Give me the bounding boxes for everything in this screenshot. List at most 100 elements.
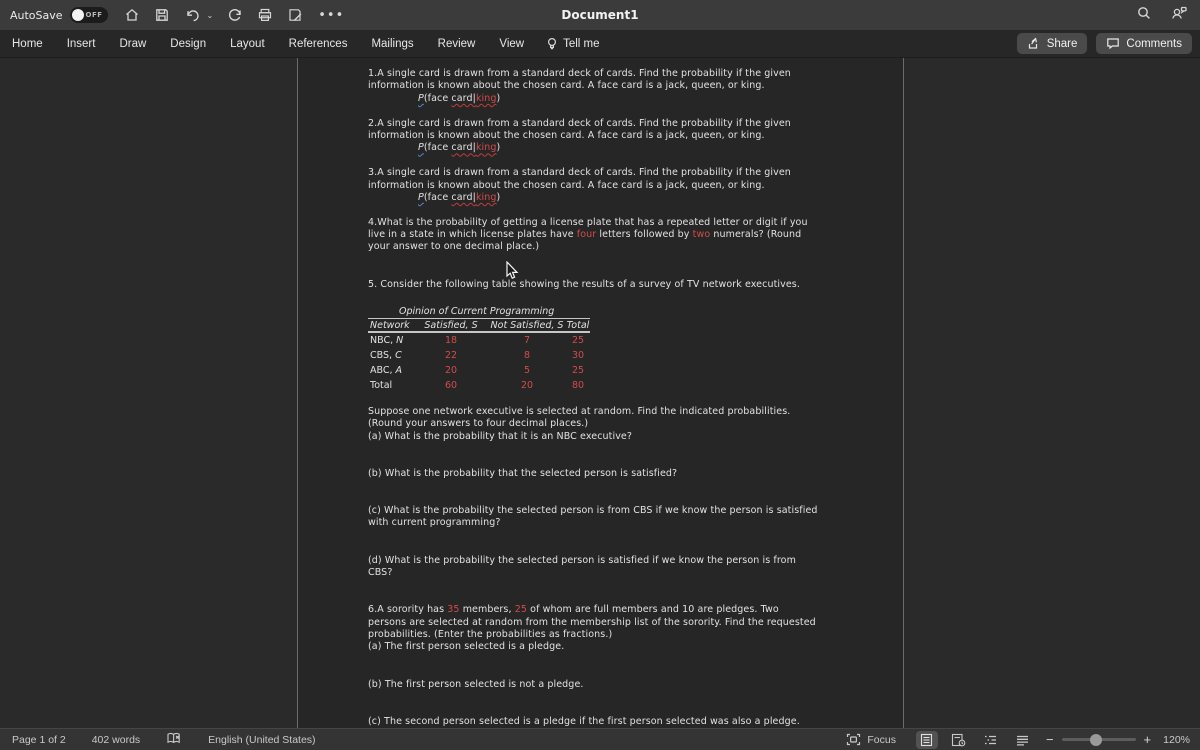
survey-table-row: CBS, C 22 8 30 bbox=[368, 348, 590, 363]
doc-line: 6.A sorority has 35 members, 25 of whom … bbox=[368, 604, 779, 616]
survey-table-header-cell: Not Satisfied, S bbox=[490, 320, 564, 332]
doc-line: 4.What is the probability of getting a l… bbox=[368, 216, 808, 228]
zoom-out-button[interactable]: − bbox=[1046, 733, 1054, 746]
survey-table-value: 5 bbox=[523, 365, 531, 377]
tab-insert[interactable]: Insert bbox=[55, 38, 108, 50]
survey-table-header-cell: Network bbox=[370, 320, 410, 332]
focus-toggle[interactable]: Focus bbox=[846, 733, 896, 746]
zoom-slider-knob[interactable] bbox=[1089, 733, 1102, 746]
doc-line: P(face card|king) bbox=[418, 191, 501, 203]
focus-icon bbox=[847, 733, 861, 746]
tab-review[interactable]: Review bbox=[426, 38, 488, 50]
doc-paragraph: 5. Consider the following table showing … bbox=[368, 279, 848, 291]
doc-line: (c) The second person selected is a pled… bbox=[368, 715, 800, 727]
document-title: Document1 bbox=[561, 8, 639, 22]
doc-blank-lines bbox=[368, 155, 848, 167]
doc-blank-line bbox=[368, 393, 848, 405]
ribbon-menu-bar: Home Insert Draw Design Layout Reference… bbox=[0, 30, 1200, 58]
doc-line: information is known about the chosen ca… bbox=[368, 129, 765, 141]
status-bar: Page 1 of 2 402 words English (United St… bbox=[0, 728, 1200, 750]
doc-line: P(face card|king) bbox=[418, 92, 501, 104]
doc-blank-lines bbox=[368, 105, 848, 117]
comment-icon bbox=[1107, 38, 1120, 50]
survey-table-value: 18 bbox=[444, 335, 458, 347]
search-icon[interactable] bbox=[1136, 5, 1152, 25]
doc-line: 1.A single card is drawn from a standard… bbox=[368, 68, 791, 79]
doc-blank-lines bbox=[368, 204, 848, 216]
proofing-errors-icon[interactable] bbox=[166, 731, 182, 748]
doc-blank-lines bbox=[368, 443, 848, 468]
doc-blank-line bbox=[368, 291, 848, 303]
survey-table-value: 22 bbox=[444, 350, 458, 362]
title-bar: AutoSave OFF ⌄ ••• Document1 bbox=[0, 0, 1200, 30]
presence-people-icon[interactable] bbox=[1170, 5, 1188, 25]
doc-blank-lines bbox=[368, 691, 848, 716]
zoom-level[interactable]: 120% bbox=[1163, 734, 1190, 746]
doc-line: live in a state in which license plates … bbox=[368, 229, 802, 241]
survey-table-value: 80 bbox=[571, 380, 585, 392]
comments-button[interactable]: Comments bbox=[1096, 33, 1192, 54]
survey-table-value: 60 bbox=[444, 380, 458, 392]
doc-blank-lines bbox=[368, 579, 848, 604]
tab-layout[interactable]: Layout bbox=[218, 38, 277, 50]
survey-table-header-cell: Satisfied, S bbox=[424, 320, 478, 332]
survey-table: Opinion of Current Programming Network Sat… bbox=[368, 305, 590, 393]
share-button[interactable]: Share bbox=[1016, 33, 1088, 54]
doc-paragraph: 4.What is the probability of getting a l… bbox=[368, 217, 848, 254]
survey-table-row-label: CBS, C bbox=[370, 350, 402, 362]
survey-table-value: 7 bbox=[523, 335, 531, 347]
survey-table-value: 20 bbox=[444, 365, 458, 377]
tab-home[interactable]: Home bbox=[0, 38, 55, 50]
share-icon bbox=[1028, 37, 1037, 49]
survey-table-row-label: NBC, N bbox=[370, 335, 404, 347]
lightbulb-icon bbox=[548, 37, 557, 49]
outline-view-button[interactable] bbox=[980, 731, 1002, 749]
page-indicator[interactable]: Page 1 of 2 bbox=[12, 734, 66, 746]
zoom-in-button[interactable]: + bbox=[1144, 733, 1152, 746]
tab-mailings[interactable]: Mailings bbox=[359, 38, 425, 50]
word-count[interactable]: 402 words bbox=[92, 734, 140, 746]
doc-blank-lines bbox=[368, 530, 848, 555]
language-selector[interactable]: English (United States) bbox=[208, 734, 315, 746]
doc-blank-lines bbox=[368, 254, 848, 279]
doc-line: Suppose one network executive is selecte… bbox=[368, 405, 791, 417]
survey-table-value: 25 bbox=[571, 365, 585, 377]
doc-line: 5. Consider the following table showing … bbox=[368, 278, 800, 290]
doc-line: (b) What is the probability that the sel… bbox=[368, 467, 678, 479]
doc-paragraph: 2.A single card is drawn from a standard… bbox=[368, 118, 848, 155]
survey-table-title: Opinion of Current Programming bbox=[368, 305, 590, 320]
doc-paragraph: (d) What is the probability the selected… bbox=[368, 555, 848, 580]
tab-design[interactable]: Design bbox=[158, 38, 218, 50]
tab-view[interactable]: View bbox=[487, 38, 536, 50]
doc-line: probabilities. (Enter the probabilities … bbox=[368, 628, 613, 640]
survey-table-header: Network Satisfied, S Not Satisfied, S Total bbox=[368, 319, 590, 334]
doc-line: (c) What is the probability the selected… bbox=[368, 504, 818, 516]
tab-draw[interactable]: Draw bbox=[107, 38, 158, 50]
survey-table-row: Total 60 20 80 bbox=[368, 378, 590, 393]
draft-view-button[interactable] bbox=[1012, 731, 1034, 749]
survey-table-value: 30 bbox=[571, 350, 585, 362]
survey-table-row-label: Total bbox=[370, 380, 393, 392]
print-layout-view-button[interactable] bbox=[915, 730, 938, 749]
survey-table-header-cell: Total bbox=[566, 320, 590, 332]
web-layout-view-button[interactable] bbox=[948, 731, 970, 749]
doc-line: P(face card|king) bbox=[418, 142, 501, 154]
doc-line: CBS? bbox=[368, 566, 393, 578]
mouse-cursor bbox=[506, 261, 519, 279]
document-content: 1.A single card is drawn from a standard… bbox=[368, 68, 848, 740]
doc-line: your answer to one decimal place.) bbox=[368, 241, 540, 253]
doc-paragraph: (b) What is the probability that the sel… bbox=[368, 468, 848, 480]
survey-table-value: 25 bbox=[571, 335, 585, 347]
survey-table-value: 8 bbox=[523, 350, 531, 362]
tell-me-control[interactable]: Tell me bbox=[536, 37, 609, 51]
doc-line: (a) What is the probability that it is a… bbox=[368, 430, 633, 442]
doc-line: (d) What is the probability the selected… bbox=[368, 554, 796, 566]
doc-line: information is known about the chosen ca… bbox=[368, 179, 765, 191]
zoom-control: − + bbox=[1046, 733, 1152, 746]
zoom-slider[interactable] bbox=[1061, 733, 1136, 746]
doc-paragraph: Suppose one network executive is selecte… bbox=[368, 406, 848, 443]
document-page[interactable]: 1.A single card is drawn from a standard… bbox=[297, 58, 904, 728]
doc-line: with current programming? bbox=[368, 517, 501, 529]
tab-references[interactable]: References bbox=[277, 38, 360, 50]
doc-line: (b) The first person selected is not a p… bbox=[368, 678, 584, 690]
